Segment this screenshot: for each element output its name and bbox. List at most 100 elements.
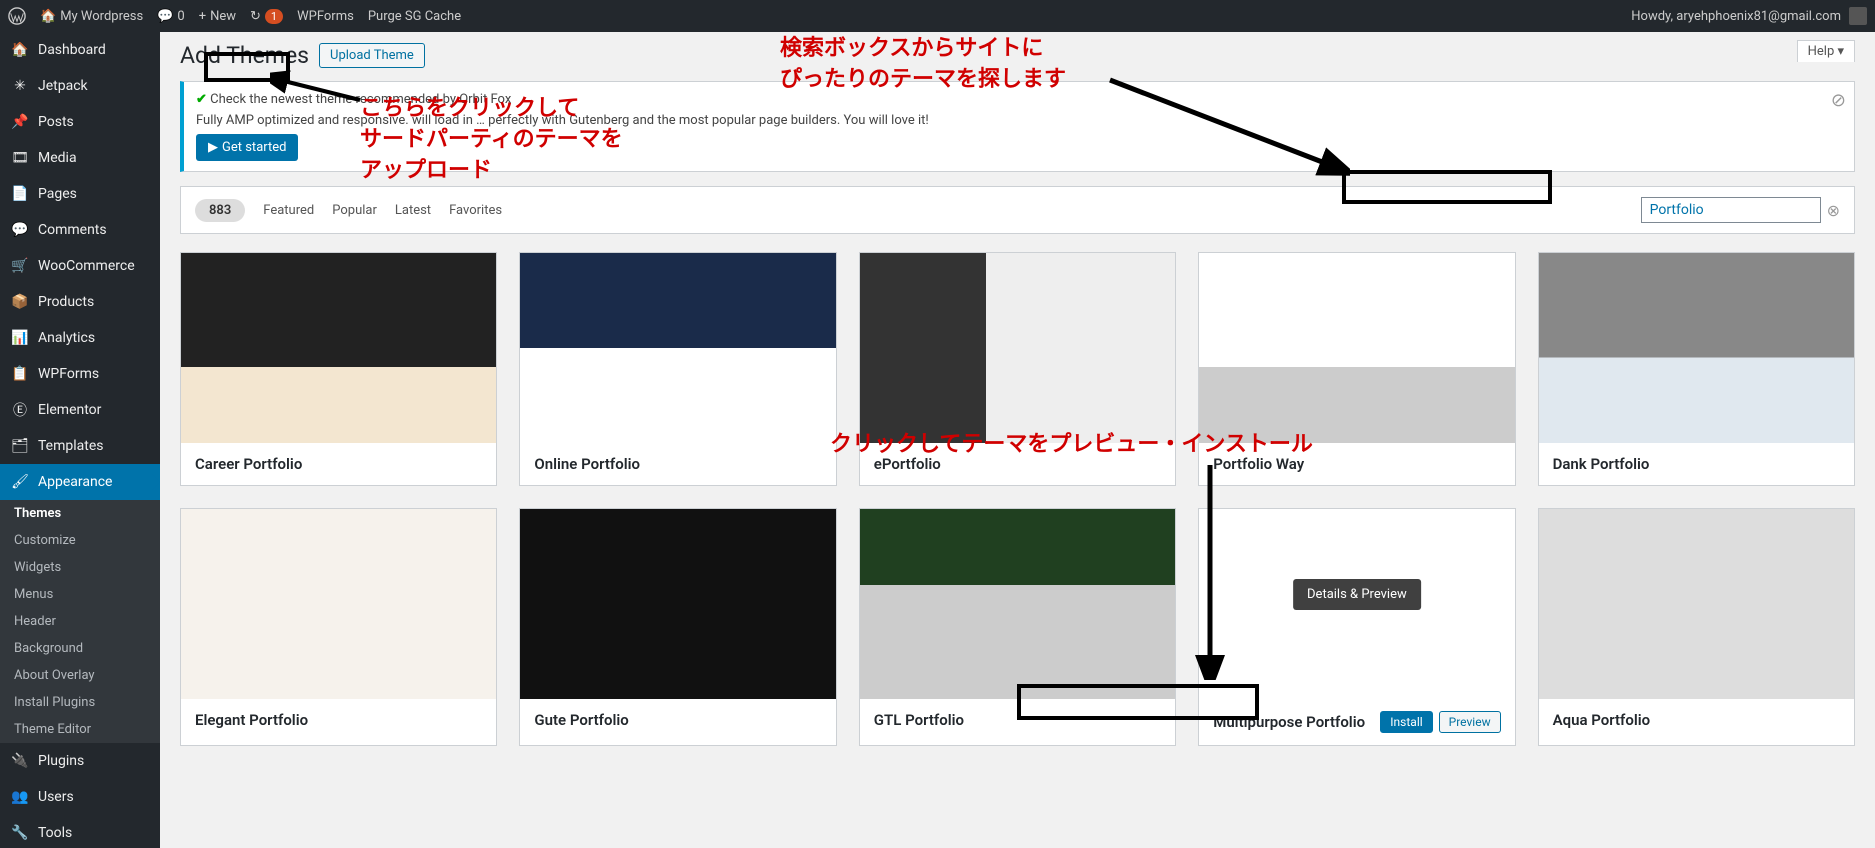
sidebar-label: Media [38, 150, 77, 166]
filter-popular[interactable]: Popular [332, 203, 377, 218]
wpforms-link[interactable]: WPForms [297, 9, 354, 24]
page-icon: 📄 [10, 184, 30, 204]
sidebar-item-posts[interactable]: 📌 Posts [0, 104, 160, 140]
sidebar-item-wpforms[interactable]: 📋WPForms [0, 356, 160, 392]
theme-card-gtl-portfolio[interactable]: GTL Portfolio [859, 508, 1176, 746]
theme-card-eportfolio[interactable]: ePortfolio [859, 252, 1176, 486]
users-icon: 👥 [10, 787, 30, 807]
submenu-widgets[interactable]: Widgets [0, 554, 160, 581]
theme-screenshot [520, 253, 835, 443]
help-tab[interactable]: Help ▾ [1797, 40, 1855, 62]
clear-search-icon[interactable]: ⊗ [1827, 201, 1840, 220]
sidebar-label: Posts [38, 114, 74, 130]
theme-card-dank-portfolio[interactable]: Dank Portfolio [1538, 252, 1855, 486]
chart-icon: 📊 [10, 328, 30, 348]
sidebar-label: WooCommerce [38, 258, 135, 274]
comments-link[interactable]: 💬 0 [157, 9, 185, 24]
theme-name-label: Multipurpose Portfolio [1213, 713, 1365, 731]
plugin-icon: 🔌 [10, 751, 30, 771]
sidebar-label: Dashboard [38, 42, 106, 58]
sidebar-item-appearance[interactable]: 🖌 Appearance [0, 464, 160, 500]
sidebar-item-woocommerce[interactable]: 🛒 WooCommerce [0, 248, 160, 284]
submenu-themes[interactable]: Themes [0, 500, 160, 527]
theme-name-label: Elegant Portfolio [181, 699, 496, 741]
get-started-button[interactable]: ▶ Get started [196, 134, 298, 161]
details-preview-overlay[interactable]: Details & Preview [1293, 579, 1421, 610]
site-name-link[interactable]: 🏠 My Wordpress [40, 9, 143, 24]
submenu-menus[interactable]: Menus [0, 581, 160, 608]
filter-favorites[interactable]: Favorites [449, 203, 502, 218]
filter-featured[interactable]: Featured [263, 203, 314, 218]
results-count: 883 [195, 199, 245, 222]
filter-bar: 883 Featured Popular Latest Favorites ⊗ [180, 186, 1855, 234]
sidebar-item-users[interactable]: 👥 Users [0, 779, 160, 815]
dismiss-notice-icon[interactable]: ⊘ [1831, 90, 1846, 111]
dashboard-icon: 🏠 [10, 40, 30, 60]
purge-cache-link[interactable]: Purge SG Cache [368, 9, 461, 24]
theme-name-label: ePortfolio [860, 443, 1175, 485]
theme-screenshot [181, 509, 496, 699]
sidebar-label: Tools [38, 825, 72, 841]
theme-card-gute-portfolio[interactable]: Gute Portfolio [519, 508, 836, 746]
theme-card-career-portfolio[interactable]: Career Portfolio [180, 252, 497, 486]
theme-card-portfolio-way[interactable]: Portfolio Way [1198, 252, 1515, 486]
pin-icon: 📌 [10, 112, 30, 132]
sidebar-item-dashboard[interactable]: 🏠 Dashboard [0, 32, 160, 68]
preview-button[interactable]: Preview [1439, 711, 1501, 733]
orbit-fox-notice: ⊘ ✔ Check the newest theme recommended b… [180, 81, 1855, 172]
filter-latest[interactable]: Latest [395, 203, 431, 218]
templates-icon: 🗂 [10, 436, 30, 456]
sidebar-label: Products [38, 294, 94, 310]
admin-sidebar: 🏠 Dashboard ✳Jetpack 📌 Posts 🎞Media📄Pages💬Com… [0, 32, 160, 848]
theme-card-aqua-portfolio[interactable]: Aqua Portfolio [1538, 508, 1855, 746]
theme-search-input[interactable] [1641, 197, 1821, 223]
theme-screenshot [1199, 253, 1514, 443]
submenu-background[interactable]: Background [0, 635, 160, 662]
sidebar-item-elementor[interactable]: ⒺElementor [0, 392, 160, 428]
submenu-header[interactable]: Header [0, 608, 160, 635]
sidebar-label: Users [38, 789, 74, 805]
upload-theme-button[interactable]: Upload Theme [319, 43, 425, 68]
submenu-about-overlay[interactable]: About Overlay [0, 662, 160, 689]
wp-logo[interactable] [8, 7, 26, 25]
updates-link[interactable]: ↻ 1 [250, 9, 283, 24]
page-title: Add Themes [180, 42, 309, 69]
theme-screenshot [1539, 253, 1854, 443]
theme-name-label: Gute Portfolio [520, 699, 835, 741]
theme-name-label: Dank Portfolio [1539, 443, 1854, 485]
submenu-customize[interactable]: Customize [0, 527, 160, 554]
new-link[interactable]: + New [199, 9, 236, 24]
theme-card-online-portfolio[interactable]: Online Portfolio [519, 252, 836, 486]
theme-screenshot [1539, 509, 1854, 699]
sidebar-item-comments[interactable]: 💬Comments [0, 212, 160, 248]
brush-icon: 🖌 [10, 472, 30, 492]
theme-card-multipurpose-portfolio[interactable]: Details & Preview Multipurpose Portfolio I… [1198, 508, 1515, 746]
sidebar-item-products[interactable]: 📦 Products [0, 284, 160, 320]
theme-name-label: Portfolio Way [1199, 443, 1514, 485]
sidebar-label: Appearance [38, 474, 112, 490]
notice-line2b: will load in [412, 113, 473, 128]
sidebar-item-media[interactable]: 🎞Media [0, 140, 160, 176]
sidebar-label: Plugins [38, 753, 84, 769]
theme-screenshot [860, 509, 1175, 699]
sidebar-item-templates[interactable]: 🗂Templates [0, 428, 160, 464]
howdy-account[interactable]: Howdy, aryehphoenix81@gmail.com [1631, 7, 1867, 25]
sidebar-item-jetpack[interactable]: ✳Jetpack [0, 68, 160, 104]
submenu-install-plugins[interactable]: Install Plugins [0, 689, 160, 716]
tools-icon: 🔧 [10, 823, 30, 843]
install-button[interactable]: Install [1380, 711, 1432, 733]
box-icon: 📦 [10, 292, 30, 312]
notice-line1: Check the newest theme recommended by Or… [210, 92, 511, 107]
admin-bar: 🏠 My Wordpress 💬 0 + New ↻ 1 WPForms Pur… [0, 0, 1875, 32]
sidebar-item-analytics[interactable]: 📊 Analytics [0, 320, 160, 356]
sidebar-item-tools[interactable]: 🔧 Tools [0, 815, 160, 848]
submenu-theme-editor[interactable]: Theme Editor [0, 716, 160, 743]
sidebar-item-plugins[interactable]: 🔌 Plugins [0, 743, 160, 779]
notice-line2a: Fully AMP optimized and responsive. [196, 113, 409, 128]
theme-card-elegant-portfolio[interactable]: Elegant Portfolio [180, 508, 497, 746]
sidebar-label: Analytics [38, 330, 95, 346]
cart-icon: 🛒 [10, 256, 30, 276]
sidebar-label: Comments [38, 222, 107, 238]
theme-name-label: Career Portfolio [181, 443, 496, 485]
sidebar-item-pages[interactable]: 📄Pages [0, 176, 160, 212]
